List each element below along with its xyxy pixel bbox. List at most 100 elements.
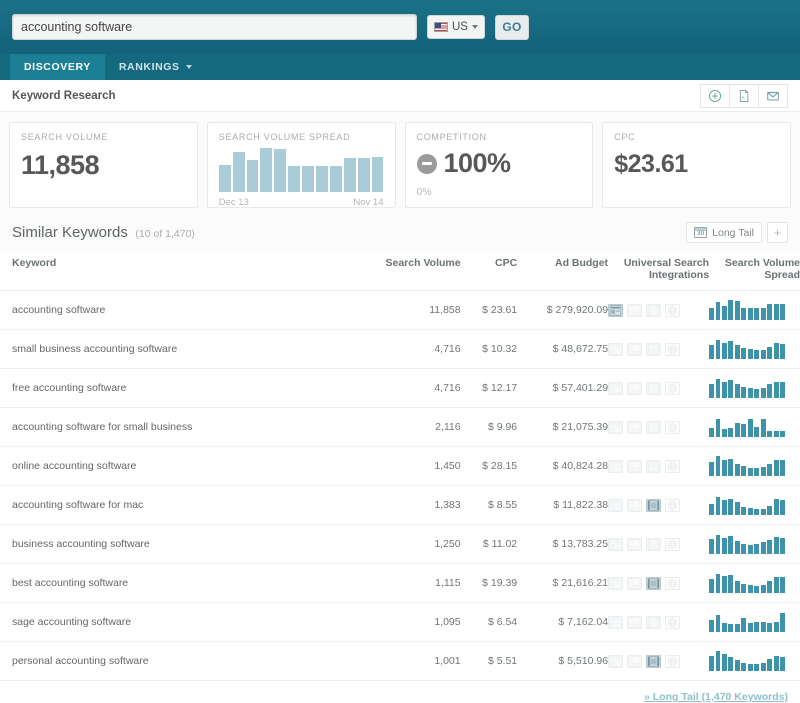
search-volume-spread-chart <box>219 148 384 192</box>
cell-keyword[interactable]: accounting software for mac <box>0 486 382 525</box>
sparkline-bar <box>780 304 785 320</box>
sparkline-bar <box>767 506 772 515</box>
news-result-icon <box>608 304 623 317</box>
spread-bar <box>247 160 259 192</box>
sparkline-bar <box>735 660 740 671</box>
cell-search-volume: 1,450 <box>382 447 461 486</box>
sparkline-bar <box>722 429 727 437</box>
cell-keyword[interactable]: accounting software <box>0 291 382 330</box>
cell-keyword[interactable]: personal accounting software <box>0 642 382 681</box>
column-header-cpc[interactable]: CPC <box>461 251 518 291</box>
chevron-down-icon <box>472 25 478 29</box>
cell-keyword[interactable]: online accounting software <box>0 447 382 486</box>
go-button[interactable]: GO <box>495 15 529 40</box>
stat-cards: SEARCH VOLUME 11,858 SEARCH VOLUME SPREA… <box>0 112 800 208</box>
sparkline-bar <box>754 468 759 476</box>
search-input[interactable] <box>12 14 417 40</box>
sparkline-bar <box>735 541 740 554</box>
card-cpc-value: $23.61 <box>614 150 779 179</box>
sparkline-bar <box>754 308 759 320</box>
sparkline-bar <box>728 380 733 398</box>
news-result-icon <box>608 499 623 512</box>
email-icon[interactable] <box>759 84 788 108</box>
cell-keyword[interactable]: small business accounting software <box>0 330 382 369</box>
sparkline-bar <box>728 459 733 476</box>
competition-value-row: 100% <box>417 148 582 179</box>
add-column-button[interactable]: + <box>767 222 788 243</box>
cell-universal-search <box>608 330 709 369</box>
cell-search-volume: 1,250 <box>382 525 461 564</box>
table-row[interactable]: sage accounting software1,095$ 6.54$ 7,1… <box>0 603 800 642</box>
sparkline-bar <box>774 622 779 632</box>
sparkline-bar <box>709 539 714 554</box>
chevron-down-icon <box>186 65 192 69</box>
cell-keyword[interactable]: free accounting software <box>0 369 382 408</box>
sparkline-bar <box>754 389 759 398</box>
cell-keyword[interactable]: accounting software for small business <box>0 408 382 447</box>
sparkline-bar <box>780 613 785 632</box>
long-tail-link[interactable]: » Long Tail (1,470 Keywords) <box>644 691 788 703</box>
image-result-icon <box>627 421 642 434</box>
add-icon[interactable] <box>700 84 730 108</box>
tab-discovery[interactable]: DISCOVERY <box>10 54 105 80</box>
spread-bar <box>372 157 384 192</box>
svg-text:A: A <box>741 95 745 101</box>
sparkline-bar <box>709 308 714 320</box>
sparkline-bar <box>735 384 740 398</box>
main-tabs: DISCOVERY RANKINGS <box>0 54 800 80</box>
sparkline-bar <box>780 382 785 398</box>
table-row[interactable]: accounting software for mac1,383$ 8.55$ … <box>0 486 800 525</box>
long-tail-footer: » Long Tail (1,470 Keywords) <box>0 681 800 703</box>
column-header-keyword[interactable]: Keyword <box>0 251 382 291</box>
cell-keyword[interactable]: best accounting software <box>0 564 382 603</box>
sparkline-bar <box>748 308 753 320</box>
column-header-ad-budget[interactable]: Ad Budget <box>517 251 608 291</box>
sparkline-bar <box>767 304 772 320</box>
sparkline-bar <box>774 431 779 437</box>
video-result-icon <box>646 538 661 551</box>
sparkline-bar <box>774 656 779 671</box>
table-row[interactable]: business accounting software1,250$ 11.02… <box>0 525 800 564</box>
table-row[interactable]: best accounting software1,115$ 19.39$ 21… <box>0 564 800 603</box>
cell-search-volume: 2,116 <box>382 408 461 447</box>
cell-keyword[interactable]: sage accounting software <box>0 603 382 642</box>
cell-search-volume: 1,383 <box>382 486 461 525</box>
country-select[interactable]: US <box>427 15 485 39</box>
news-result-icon <box>608 343 623 356</box>
similar-keywords-controls: 30 Long Tail + <box>686 222 788 243</box>
cell-search-volume: 1,095 <box>382 603 461 642</box>
local-result-icon <box>665 460 680 473</box>
cell-keyword[interactable]: business accounting software <box>0 525 382 564</box>
table-row[interactable]: small business accounting software4,716$… <box>0 330 800 369</box>
sparkline-bar <box>767 347 772 359</box>
pdf-export-icon[interactable]: A <box>730 84 759 108</box>
card-competition-value: 100% <box>444 148 511 179</box>
long-tail-button[interactable]: 30 Long Tail <box>686 222 762 243</box>
similar-keywords-header: Similar Keywords (10 of 1,470) 30 Long T… <box>0 208 800 251</box>
table-row[interactable]: accounting software11,858$ 23.61$ 279,92… <box>0 291 800 330</box>
table-row[interactable]: accounting software for small business2,… <box>0 408 800 447</box>
column-header-volume-spread[interactable]: Search Volume Spread <box>709 251 800 291</box>
table-header-row: Keyword Search Volume CPC Ad Budget Univ… <box>0 251 800 291</box>
tab-rankings[interactable]: RANKINGS <box>105 54 206 80</box>
news-result-icon <box>608 616 623 629</box>
spread-start-date: Dec 13 <box>219 197 249 208</box>
table-row[interactable]: free accounting software4,716$ 12.17$ 57… <box>0 369 800 408</box>
long-tail-button-label: Long Tail <box>712 227 754 239</box>
sparkline-bar <box>722 343 727 359</box>
sparkline-bar <box>735 624 740 632</box>
similar-keywords-heading: Similar Keywords (10 of 1,470) <box>12 224 195 242</box>
cell-ad-budget: $ 279,920.09 <box>517 291 608 330</box>
image-result-icon <box>627 343 642 356</box>
card-competition-label: COMPETITION <box>417 132 582 142</box>
table-row[interactable]: personal accounting software1,001$ 5.51$… <box>0 642 800 681</box>
keywords-table-body: accounting software11,858$ 23.61$ 279,92… <box>0 291 800 681</box>
news-result-icon <box>608 421 623 434</box>
sparkline-bar <box>716 615 721 632</box>
long-tail-badge-icon: 30 <box>694 227 707 238</box>
column-header-search-volume[interactable]: Search Volume <box>382 251 461 291</box>
table-row[interactable]: online accounting software1,450$ 28.15$ … <box>0 447 800 486</box>
column-header-universal-search[interactable]: Universal Search Integrations <box>608 251 709 291</box>
sparkline-bar <box>780 538 785 554</box>
row-sparkline <box>709 417 785 437</box>
